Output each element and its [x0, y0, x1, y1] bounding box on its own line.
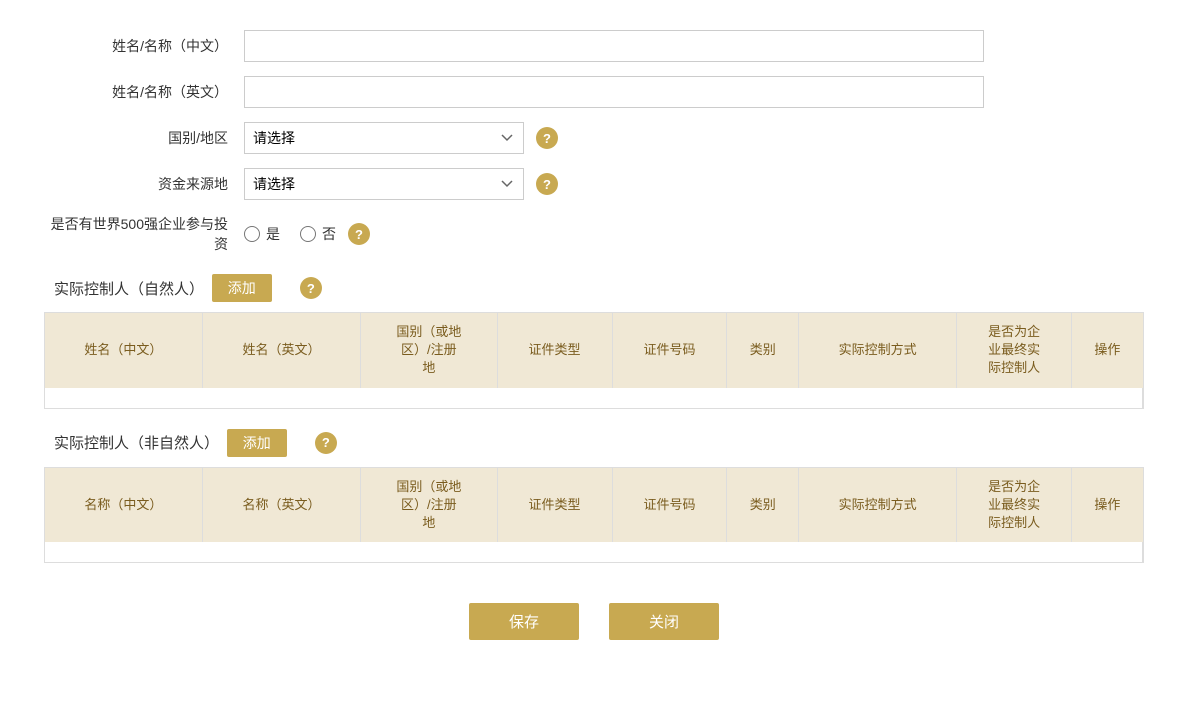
section2-col-name-en: 名称（英文） — [202, 468, 360, 543]
fund-source-help-icon[interactable]: ? — [536, 173, 558, 195]
section1-empty-row — [45, 388, 1143, 408]
section2-empty-row — [45, 542, 1143, 562]
world500-radio-group: 是 否 — [244, 224, 336, 244]
world500-label: 是否有世界500强企业参与投资 — [44, 214, 244, 254]
section1-help-icon[interactable]: ? — [300, 277, 322, 299]
section2-header: 实际控制人（非自然人） 添加 ? — [44, 429, 1144, 457]
name-en-label: 姓名/名称（英文） — [44, 82, 244, 102]
radio-no-label: 否 — [322, 224, 336, 244]
radio-no-input[interactable] — [300, 226, 316, 242]
section1-add-button[interactable]: 添加 — [212, 274, 272, 302]
section1-col-name-en: 姓名（英文） — [202, 313, 360, 388]
section2-col-final-controller: 是否为企业最终实际控制人 — [957, 468, 1072, 543]
world500-help-text: ? — [355, 227, 363, 242]
section1-help-text: ? — [307, 281, 315, 296]
fund-source-label: 资金来源地 — [44, 174, 244, 194]
section1-col-cert-type: 证件类型 — [497, 313, 612, 388]
section2-col-cert-no: 证件号码 — [612, 468, 727, 543]
radio-yes-label: 是 — [266, 224, 280, 244]
section1-title: 实际控制人（自然人） — [54, 278, 204, 299]
page-container: 姓名/名称（中文） 姓名/名称（英文） 国别/地区 请选择 ? 资金来源地 请选… — [44, 30, 1144, 670]
section1-header: 实际控制人（自然人） 添加 ? — [44, 274, 1144, 302]
name-cn-row: 姓名/名称（中文） — [44, 30, 1144, 62]
name-cn-input[interactable] — [244, 30, 984, 62]
fund-source-select[interactable]: 请选择 — [244, 168, 524, 200]
section2-add-button[interactable]: 添加 — [227, 429, 287, 457]
section2-help-icon[interactable]: ? — [315, 432, 337, 454]
section1-col-cert-no: 证件号码 — [612, 313, 727, 388]
section2-table-header-row: 名称（中文） 名称（英文） 国别（或地区）/注册地 证件类型 证件号码 类别 实… — [45, 468, 1143, 543]
country-label: 国别/地区 — [44, 128, 244, 148]
section1-col-control-method: 实际控制方式 — [799, 313, 957, 388]
section2-col-category: 类别 — [727, 468, 799, 543]
close-button[interactable]: 关闭 — [609, 603, 719, 640]
section1-table: 姓名（中文） 姓名（英文） 国别（或地区）/注册地 证件类型 证件号码 类别 实… — [45, 313, 1143, 408]
fund-source-row: 资金来源地 请选择 ? — [44, 168, 1144, 200]
radio-no-option[interactable]: 否 — [300, 224, 336, 244]
section2-col-operation: 操作 — [1072, 468, 1143, 543]
country-row: 国别/地区 请选择 ? — [44, 122, 1144, 154]
country-help-icon[interactable]: ? — [536, 127, 558, 149]
section2-col-control-method: 实际控制方式 — [799, 468, 957, 543]
radio-yes-input[interactable] — [244, 226, 260, 242]
fund-source-help-text: ? — [543, 177, 551, 192]
section1-col-final-controller: 是否为企业最终实际控制人 — [957, 313, 1072, 388]
save-button[interactable]: 保存 — [469, 603, 579, 640]
section1-col-name-cn: 姓名（中文） — [45, 313, 202, 388]
name-cn-label: 姓名/名称（中文） — [44, 36, 244, 56]
section2-table-wrapper: 名称（中文） 名称（英文） 国别（或地区）/注册地 证件类型 证件号码 类别 实… — [44, 467, 1144, 564]
section1-table-wrapper: 姓名（中文） 姓名（英文） 国别（或地区）/注册地 证件类型 证件号码 类别 实… — [44, 312, 1144, 409]
bottom-buttons: 保存 关闭 — [44, 603, 1144, 670]
section2-col-country: 国别（或地区）/注册地 — [361, 468, 498, 543]
section2-table: 名称（中文） 名称（英文） 国别（或地区）/注册地 证件类型 证件号码 类别 实… — [45, 468, 1143, 563]
radio-yes-option[interactable]: 是 — [244, 224, 280, 244]
section2-col-name-cn: 名称（中文） — [45, 468, 202, 543]
name-en-input[interactable] — [244, 76, 984, 108]
section1-col-country: 国别（或地区）/注册地 — [361, 313, 498, 388]
world500-row: 是否有世界500强企业参与投资 是 否 ? — [44, 214, 1144, 254]
country-help-text: ? — [543, 131, 551, 146]
country-select[interactable]: 请选择 — [244, 122, 524, 154]
world500-help-icon[interactable]: ? — [348, 223, 370, 245]
section1-col-operation: 操作 — [1072, 313, 1143, 388]
section1-table-header-row: 姓名（中文） 姓名（英文） 国别（或地区）/注册地 证件类型 证件号码 类别 实… — [45, 313, 1143, 388]
section2-title: 实际控制人（非自然人） — [54, 432, 219, 453]
section2-col-cert-type: 证件类型 — [497, 468, 612, 543]
section1-col-category: 类别 — [727, 313, 799, 388]
name-en-row: 姓名/名称（英文） — [44, 76, 1144, 108]
section2-help-text: ? — [322, 435, 330, 450]
form-section: 姓名/名称（中文） 姓名/名称（英文） 国别/地区 请选择 ? 资金来源地 请选… — [44, 30, 1144, 254]
